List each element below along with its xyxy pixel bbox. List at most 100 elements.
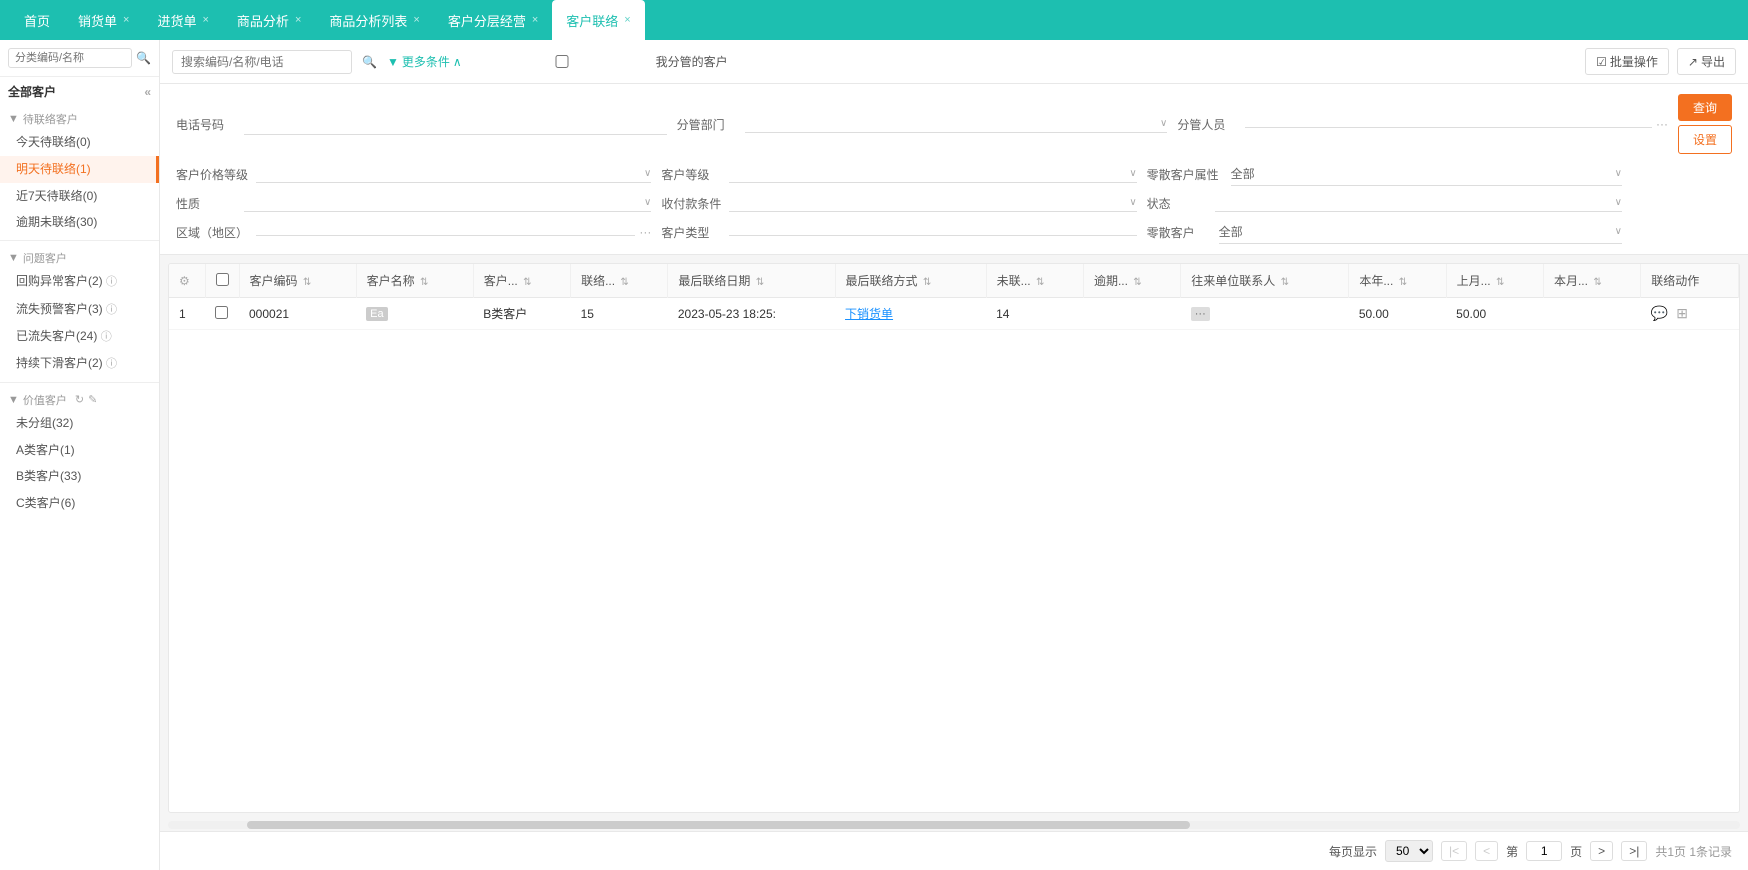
batch-ops-button[interactable]: ☑ 批量操作 — [1585, 48, 1669, 75]
triangle-icon-3: ▼ — [8, 394, 19, 406]
customer-level-label: 客户等级 — [661, 166, 721, 183]
nav-goods-analysis-list[interactable]: 商品分析列表 × — [315, 0, 433, 40]
sidebar-item-churned[interactable]: 已流失客户(24) ⓘ — [0, 323, 159, 350]
contact-count-sort-icon: ⇅ — [620, 277, 628, 288]
per-page-select[interactable]: 50 — [1385, 840, 1433, 862]
phone-label: 电话号码 — [176, 116, 236, 133]
sidebar-item-abnormal[interactable]: 回购异常客户(2) ⓘ — [0, 268, 159, 295]
sidebar-item-today-pending[interactable]: 今天待联络(0) — [0, 129, 159, 156]
region-select[interactable] — [256, 229, 635, 236]
settings-button[interactable]: 设置 — [1678, 125, 1732, 154]
message-action-icon[interactable]: 💬 — [1651, 305, 1668, 322]
collapse-icon[interactable]: « — [144, 85, 151, 99]
close-customer-tier-icon[interactable]: × — [532, 14, 538, 26]
region-more-icon[interactable]: ··· — [639, 225, 651, 239]
action-icons: 💬 ⊞ — [1651, 305, 1729, 322]
horizontal-scrollbar[interactable] — [168, 821, 1740, 829]
person-more-icon[interactable]: ··· — [1656, 117, 1668, 131]
close-customer-contact-icon[interactable]: × — [624, 14, 630, 26]
th-action: 联络动作 — [1641, 264, 1739, 298]
price-level-chevron: ∨ — [644, 168, 651, 179]
th-name[interactable]: 客户名称 ⇅ — [356, 264, 473, 298]
pending-group-label: ▼ 待联络客户 — [0, 106, 159, 129]
sidebar-item-churn-warn[interactable]: 流失预警客户(3) ⓘ — [0, 296, 159, 323]
retail-customer-label: 零散客户 — [1147, 224, 1207, 241]
status-select[interactable]: ∨ — [1215, 194, 1622, 212]
my-customers-filter: 我分管的客户 — [472, 53, 728, 70]
last-page-btn[interactable]: >| — [1621, 841, 1647, 861]
customer-level-select[interactable]: ∨ — [729, 165, 1136, 183]
th-last-month[interactable]: 上月... ⇅ — [1446, 264, 1543, 298]
last-month-sort-icon: ⇅ — [1496, 277, 1504, 288]
first-page-btn[interactable]: |< — [1441, 841, 1467, 861]
nature-select[interactable]: ∨ — [244, 194, 651, 212]
sidebar-search-icon[interactable]: 🔍 — [136, 51, 151, 65]
sidebar-item-declining[interactable]: 持续下滑客户(2) ⓘ — [0, 350, 159, 377]
td-last-method: 下销货单 — [835, 298, 986, 330]
th-overdue[interactable]: 逾期... ⇅ — [1083, 264, 1180, 298]
more-conditions-btn[interactable]: ▼ 更多条件 ∧ — [387, 53, 462, 70]
close-sales-icon[interactable]: × — [123, 14, 129, 26]
close-goods-analysis-list-icon[interactable]: × — [413, 14, 419, 26]
sidebar-item-b-class[interactable]: B类客户(33) — [0, 463, 159, 490]
column-settings-icon[interactable]: ⚙ — [179, 274, 190, 288]
triangle-icon-2: ▼ — [8, 252, 19, 264]
edit-icon[interactable]: ✎ — [88, 393, 97, 406]
refresh-icon[interactable]: ↻ — [75, 393, 84, 406]
th-code[interactable]: 客户编码 ⇅ — [239, 264, 356, 298]
page-input[interactable] — [1526, 841, 1562, 861]
filter-bar: 🔍 ▼ 更多条件 ∧ 我分管的客户 ☑ 批量操作 ↗ 导出 — [160, 40, 1748, 84]
customer-type-select[interactable] — [729, 229, 1136, 236]
th-contact-count[interactable]: 联络... ⇅ — [571, 264, 668, 298]
sidebar-item-ungrouped[interactable]: 未分组(32) — [0, 410, 159, 437]
my-customers-checkbox[interactable] — [472, 55, 652, 68]
search-input[interactable] — [172, 50, 352, 74]
sidebar-item-c-class[interactable]: C类客户(6) — [0, 490, 159, 517]
th-contact-person[interactable]: 往来单位联系人 ⇅ — [1181, 264, 1349, 298]
next-page-btn[interactable]: > — [1590, 841, 1613, 861]
retail-attr-select[interactable]: 全部 ∨ — [1231, 162, 1622, 186]
dept-select[interactable]: ∨ — [745, 115, 1168, 133]
nav-customer-tier[interactable]: 客户分层经营 × — [434, 0, 552, 40]
sidebar-item-tomorrow-pending[interactable]: 明天待联络(1) — [0, 156, 159, 183]
last-method-link[interactable]: 下销货单 — [845, 307, 893, 321]
info-icon-1: ⓘ — [106, 276, 117, 288]
row-checkbox[interactable] — [215, 306, 228, 319]
this-month-sort-icon: ⇅ — [1593, 277, 1601, 288]
close-goods-analysis-icon[interactable]: × — [295, 14, 301, 26]
phone-input[interactable] — [244, 114, 667, 135]
th-last-method[interactable]: 最后联络方式 ⇅ — [835, 264, 986, 298]
payment-select[interactable]: ∨ — [729, 194, 1136, 212]
nav-purchase[interactable]: 进货单 × — [143, 0, 222, 40]
person-select[interactable] — [1245, 121, 1652, 128]
th-this-month[interactable]: 本月... ⇅ — [1543, 264, 1640, 298]
th-last-date[interactable]: 最后联络日期 ⇅ — [668, 264, 835, 298]
close-purchase-icon[interactable]: × — [202, 14, 208, 26]
info-icon-2: ⓘ — [106, 304, 117, 316]
region-label: 区域（地区） — [176, 224, 248, 241]
search-button-icon[interactable]: 🔍 — [362, 55, 377, 69]
query-button[interactable]: 查询 — [1678, 94, 1732, 121]
table-header-row: ⚙ 客户编码 ⇅ 客户名称 ⇅ — [169, 264, 1739, 298]
th-type[interactable]: 客户... ⇅ — [473, 264, 570, 298]
th-this-year[interactable]: 本年... ⇅ — [1349, 264, 1446, 298]
nav-home[interactable]: 首页 — [10, 0, 64, 40]
sidebar-item-a-class[interactable]: A类客户(1) — [0, 437, 159, 464]
nav-goods-analysis[interactable]: 商品分析 × — [223, 0, 315, 40]
sidebar-item-week-pending[interactable]: 近7天待联络(0) — [0, 183, 159, 210]
nav-sales[interactable]: 销货单 × — [64, 0, 143, 40]
scrollbar-thumb — [247, 821, 1190, 829]
th-uncontacted[interactable]: 未联... ⇅ — [986, 264, 1083, 298]
nav-customer-contact[interactable]: 客户联络 × — [552, 0, 644, 40]
sidebar-search-input[interactable] — [8, 48, 132, 68]
select-all-checkbox[interactable] — [216, 273, 229, 286]
prev-page-btn[interactable]: < — [1475, 841, 1498, 861]
export-button[interactable]: ↗ 导出 — [1677, 48, 1736, 75]
retail-customer-field: 零散客户 全部 ∨ — [1147, 220, 1622, 244]
th-settings: ⚙ — [169, 264, 205, 298]
price-level-select[interactable]: ∨ — [256, 165, 651, 183]
sidebar-item-overdue-pending[interactable]: 逾期未联络(30) — [0, 209, 159, 236]
region-field: 区域（地区） ··· — [176, 224, 651, 241]
retail-customer-select[interactable]: 全部 ∨ — [1219, 220, 1622, 244]
grid-action-icon[interactable]: ⊞ — [1676, 305, 1688, 322]
